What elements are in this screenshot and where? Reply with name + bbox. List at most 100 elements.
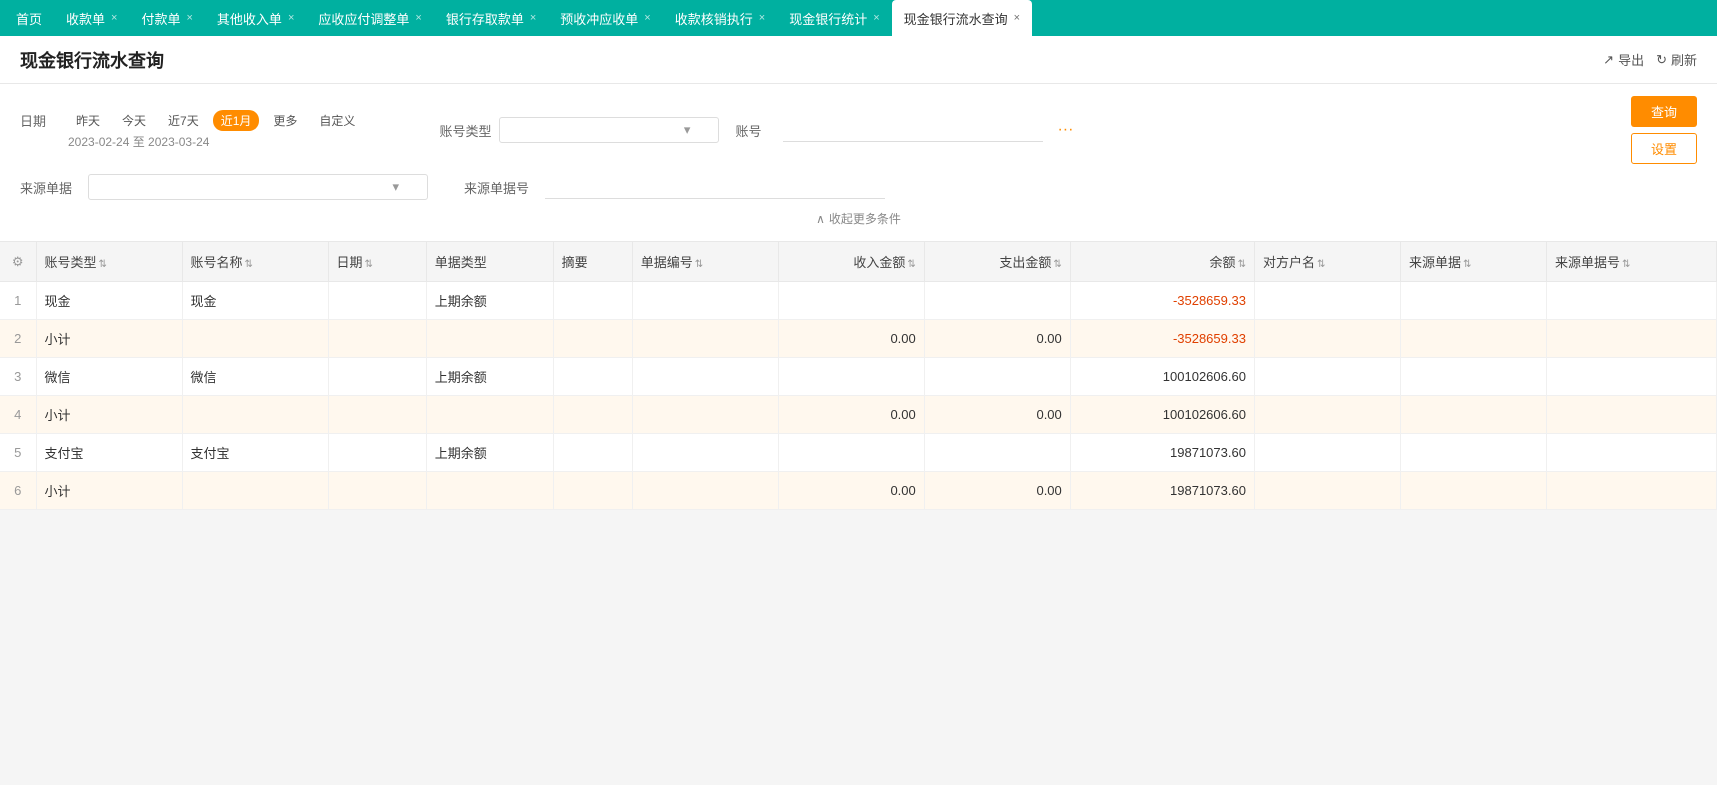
cell-source-doc-no: [1546, 320, 1716, 358]
cell-source-doc: [1400, 282, 1546, 320]
sort-icon: ⇅: [1238, 259, 1246, 270]
cell-counterpart: [1254, 396, 1400, 434]
date-label: 日期: [20, 111, 60, 130]
header-actions: ↗ 导出 ↻ 刷新: [1603, 50, 1697, 69]
source-doc-label: 来源单据: [20, 178, 72, 197]
cell-source-doc-no: [1546, 396, 1716, 434]
data-table-container: ⚙ 账号类型⇅ 账号名称⇅ 日期⇅ 单据类型 摘要 单据编号⇅ 收入金额⇅ 支出…: [0, 242, 1717, 510]
col-expense[interactable]: 支出金额⇅: [924, 242, 1070, 282]
nav-advance[interactable]: 预收冲应收单 ×: [548, 0, 662, 36]
cell-source-doc: [1400, 320, 1546, 358]
col-source-doc-no[interactable]: 来源单据号⇅: [1546, 242, 1716, 282]
cell-balance: 100102606.60: [1070, 396, 1254, 434]
cell-source-doc-no: [1546, 472, 1716, 510]
nav-adjustment[interactable]: 应收应付调整单 ×: [306, 0, 433, 36]
col-balance[interactable]: 余额⇅: [1070, 242, 1254, 282]
filter-area: 日期 昨天 今天 近7天 近1月 更多 自定义 2023-02-24 至 202…: [0, 84, 1717, 242]
nav-bank-deposit[interactable]: 银行存取款单 ×: [434, 0, 548, 36]
account-input[interactable]: [783, 118, 1043, 142]
col-source-doc[interactable]: 来源单据⇅: [1400, 242, 1546, 282]
nav-bank-stats[interactable]: 现金银行统计 ×: [777, 0, 891, 36]
account-type-filter: 账号类型 ▾: [439, 117, 719, 143]
cell-doc-no: [632, 396, 778, 434]
gear-icon[interactable]: ⚙: [12, 254, 24, 269]
cell-income: [778, 282, 924, 320]
col-doc-no[interactable]: 单据编号⇅: [632, 242, 778, 282]
nav-bank-flow[interactable]: 现金银行流水查询 ×: [892, 0, 1032, 36]
collapse-button[interactable]: ∧ 收起更多条件: [20, 204, 1697, 229]
date-filter: 日期 昨天 今天 近7天 近1月 更多 自定义 2023-02-24 至 202…: [20, 110, 363, 150]
col-date[interactable]: 日期⇅: [328, 242, 426, 282]
page-header: 现金银行流水查询 ↗ 导出 ↻ 刷新: [0, 36, 1717, 84]
date-opt-custom[interactable]: 自定义: [311, 110, 363, 131]
cell-source-doc-no: [1546, 434, 1716, 472]
nav-verification[interactable]: 收款核销执行 ×: [663, 0, 777, 36]
col-summary: 摘要: [553, 242, 632, 282]
date-opt-yesterday[interactable]: 昨天: [68, 110, 108, 131]
close-icon[interactable]: ×: [644, 12, 650, 24]
date-options: 昨天 今天 近7天 近1月 更多 自定义: [68, 110, 363, 131]
col-income[interactable]: 收入金额⇅: [778, 242, 924, 282]
account-more-button[interactable]: ···: [1051, 121, 1079, 139]
cell-date: [328, 472, 426, 510]
date-opt-1month[interactable]: 近1月: [213, 110, 260, 131]
nav-home[interactable]: 首页: [4, 0, 54, 36]
settings-button[interactable]: 设置: [1631, 133, 1697, 164]
close-icon[interactable]: ×: [111, 12, 117, 24]
cell-summary: [553, 282, 632, 320]
cell-counterpart: [1254, 472, 1400, 510]
date-range: 2023-02-24 至 2023-03-24: [68, 133, 363, 150]
cell-source-doc: [1400, 472, 1546, 510]
cell-account-name: 微信: [182, 358, 328, 396]
table-row: 4 小计 0.00 0.00 100102606.60: [0, 396, 1717, 434]
nav-other-income[interactable]: 其他收入单 ×: [205, 0, 306, 36]
col-account-name[interactable]: 账号名称⇅: [182, 242, 328, 282]
col-counterpart[interactable]: 对方户名⇅: [1254, 242, 1400, 282]
cell-counterpart: [1254, 358, 1400, 396]
close-icon[interactable]: ×: [415, 12, 421, 24]
date-opt-today[interactable]: 今天: [114, 110, 154, 131]
nav-payment[interactable]: 付款单 ×: [129, 0, 204, 36]
cell-source-doc: [1400, 434, 1546, 472]
account-label: 账号: [735, 121, 775, 140]
cell-counterpart: [1254, 282, 1400, 320]
cell-account-name: [182, 472, 328, 510]
cell-summary: [553, 320, 632, 358]
source-doc-no-input[interactable]: [545, 175, 885, 199]
sort-icon: ⇅: [245, 259, 253, 270]
cell-source-doc-no: [1546, 358, 1716, 396]
col-gear[interactable]: ⚙: [0, 242, 36, 282]
close-icon[interactable]: ×: [288, 12, 294, 24]
cell-account-name: 现金: [182, 282, 328, 320]
source-doc-select[interactable]: ▾: [88, 174, 428, 200]
account-type-select[interactable]: ▾: [499, 117, 719, 143]
cell-account-type: 小计: [36, 472, 182, 510]
close-icon[interactable]: ×: [1014, 12, 1020, 24]
export-button[interactable]: ↗ 导出: [1603, 50, 1644, 69]
cell-account-name: [182, 320, 328, 358]
cell-counterpart: [1254, 434, 1400, 472]
cell-account-type: 小计: [36, 320, 182, 358]
close-icon[interactable]: ×: [530, 12, 536, 24]
query-button[interactable]: 查询: [1631, 96, 1697, 127]
date-opt-7days[interactable]: 近7天: [160, 110, 207, 131]
cell-income: 0.00: [778, 472, 924, 510]
account-filter: 账号 ···: [735, 118, 1079, 142]
cell-account-name: [182, 396, 328, 434]
refresh-button[interactable]: ↻ 刷新: [1656, 50, 1697, 69]
cell-expense: [924, 282, 1070, 320]
close-icon[interactable]: ×: [759, 12, 765, 24]
nav-receipt[interactable]: 收款单 ×: [54, 0, 129, 36]
cell-balance: 100102606.60: [1070, 358, 1254, 396]
cell-income: 0.00: [778, 320, 924, 358]
table-row: 1 现金 现金 上期余额 -3528659.33: [0, 282, 1717, 320]
filter-row-1: 日期 昨天 今天 近7天 近1月 更多 自定义 2023-02-24 至 202…: [20, 96, 1697, 164]
col-account-type[interactable]: 账号类型⇅: [36, 242, 182, 282]
close-icon[interactable]: ×: [873, 12, 879, 24]
cell-doc-no: [632, 472, 778, 510]
cell-account-name: 支付宝: [182, 434, 328, 472]
cell-date: [328, 434, 426, 472]
close-icon[interactable]: ×: [186, 12, 192, 24]
date-opt-more[interactable]: 更多: [265, 110, 305, 131]
chevron-down-icon: ▾: [392, 179, 399, 195]
